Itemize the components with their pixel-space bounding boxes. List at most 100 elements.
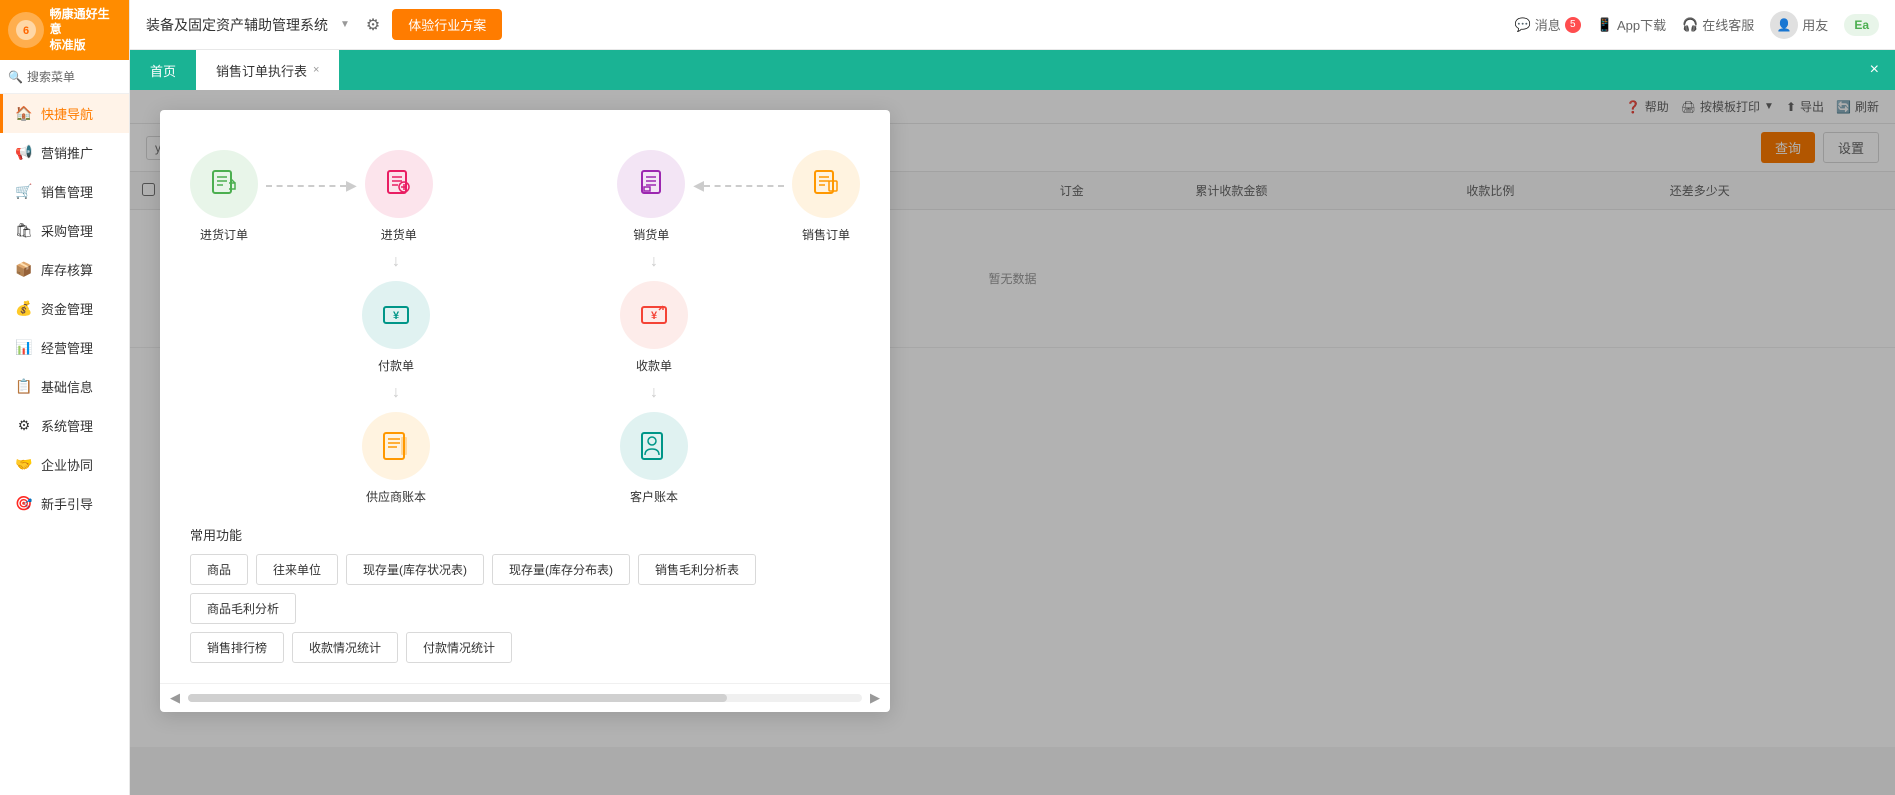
sales-order-icon [792, 150, 860, 218]
payment-bill-label: 付款单 [378, 357, 414, 374]
header: 装备及固定资产辅助管理系统 ▼ ⚙ 体验行业方案 💬 消息 5 📱 App下载 … [130, 0, 1895, 50]
sidebar-item-basic-info[interactable]: 📋 基础信息 [0, 367, 129, 406]
workflow-customer-account[interactable]: 客户账本 [620, 412, 688, 505]
sidebar-logo: 6 畅康通好生意 标准版 [0, 0, 129, 60]
header-right: 💬 消息 5 📱 App下载 🎧 在线客服 👤 用友 Ea [1515, 11, 1879, 39]
sidebar-item-enterprise[interactable]: 🤝 企业协同 [0, 445, 129, 484]
workflow-sales-bill[interactable]: 销货单 [617, 150, 685, 243]
logo-text: 畅康通好生意 标准版 [50, 7, 121, 54]
finance-icon: 💰 [15, 300, 33, 318]
sidebar-item-finance[interactable]: 💰 资金管理 [0, 289, 129, 328]
workflow-purchase-order[interactable]: 进货订单 [190, 150, 258, 243]
purchase-bill-label: 进货单 [381, 226, 417, 243]
func-btn-stock-dist[interactable]: 现存量(库存分布表) [492, 554, 630, 585]
func-btn-payment-stats[interactable]: 付款情况统计 [406, 632, 512, 663]
scrollbar-track[interactable] [188, 694, 862, 702]
system-icon: ⚙ [15, 417, 33, 435]
app-download-button[interactable]: 📱 App下载 [1597, 15, 1666, 34]
receipt-bill-label: 收款单 [636, 357, 672, 374]
common-func-title: 常用功能 [190, 525, 860, 544]
sales-bill-icon [617, 150, 685, 218]
sales-bill-label: 销货单 [633, 226, 669, 243]
logo-icon: 6 [8, 12, 44, 48]
sidebar-item-quick-nav[interactable]: 🏠 快捷导航 [0, 94, 129, 133]
sidebar-item-guide[interactable]: 🎯 新手引导 [0, 484, 129, 523]
svg-text:¥: ¥ [651, 310, 658, 322]
sales-order-label: 销售订单 [802, 226, 850, 243]
system-title: 装备及固定资产辅助管理系统 [146, 15, 328, 35]
func-buttons-row1: 商品 往来单位 现存量(库存状况表) 现存量(库存分布表) 销售毛利分析表 商品… [190, 554, 860, 624]
main-content: 装备及固定资产辅助管理系统 ▼ ⚙ 体验行业方案 💬 消息 5 📱 App下载 … [130, 0, 1895, 795]
workflow-sales-order[interactable]: 销售订单 [792, 150, 860, 243]
svg-text:¥: ¥ [393, 310, 400, 322]
func-btn-sales-profit[interactable]: 销售毛利分析表 [638, 554, 756, 585]
supplier-account-label: 供应商账本 [366, 488, 426, 505]
close-all-tabs-icon[interactable]: × [1870, 61, 1895, 79]
content-area: ❓ 帮助 🖨 按模板打印 ▼ ⬆ 导出 🔄 刷新 [130, 90, 1895, 795]
chevron-down-icon: ▼ [340, 19, 350, 30]
func-btn-product[interactable]: 商品 [190, 554, 248, 585]
purchase-bill-icon [365, 150, 433, 218]
sidebar-item-purchase[interactable]: 🛍 采购管理 [0, 211, 129, 250]
workflow-purchase-bill[interactable]: 进货单 [365, 150, 433, 243]
basic-info-icon: 📋 [15, 378, 33, 396]
func-btn-stock-status[interactable]: 现存量(库存状况表) [346, 554, 484, 585]
scroll-right-icon[interactable]: ▶ [870, 690, 880, 706]
sales-icon: 🛒 [15, 183, 33, 201]
func-btn-counterpart[interactable]: 往来单位 [256, 554, 338, 585]
message-button[interactable]: 💬 消息 5 [1515, 15, 1581, 34]
svg-text:6: 6 [23, 25, 29, 37]
common-functions: 常用功能 商品 往来单位 现存量(库存状况表) 现存量(库存分布表) 销售毛利分… [190, 525, 860, 663]
search-menu[interactable]: 🔍 搜索菜单 [0, 60, 129, 94]
system-dropdown[interactable]: ▼ [340, 19, 350, 30]
purchase-order-label: 进货订单 [200, 226, 248, 243]
workflow-payment-bill[interactable]: ¥ 付款单 [362, 281, 430, 374]
search-icon: 🔍 [8, 70, 23, 84]
phone-icon: 📱 [1597, 17, 1613, 33]
payment-bill-icon: ¥ [362, 281, 430, 349]
scrollbar-thumb[interactable] [188, 694, 727, 702]
service-icon: 🎧 [1682, 17, 1698, 33]
receipt-bill-icon: ¥ [620, 281, 688, 349]
purchase-icon: 🛍 [15, 222, 33, 240]
guide-icon: 🎯 [15, 495, 33, 513]
scroll-left-icon[interactable]: ◀ [170, 690, 180, 706]
purchase-order-icon [190, 150, 258, 218]
workflow-receipt-bill[interactable]: ¥ 收款单 [620, 281, 688, 374]
marketing-icon: 📢 [15, 144, 33, 162]
inventory-icon: 📦 [15, 261, 33, 279]
sidebar: 6 畅康通好生意 标准版 🔍 搜索菜单 🏠 快捷导航 📢 营销推广 🛒 销售管理… [0, 0, 130, 795]
sidebar-item-system[interactable]: ⚙ 系统管理 [0, 406, 129, 445]
supplier-account-icon [362, 412, 430, 480]
gear-icon[interactable]: ⚙ [366, 15, 380, 35]
user-menu[interactable]: 👤 用友 [1770, 11, 1828, 39]
sidebar-item-marketing[interactable]: 📢 营销推广 [0, 133, 129, 172]
func-btn-receipt-stats[interactable]: 收款情况统计 [292, 632, 398, 663]
tab-home[interactable]: 首页 [130, 50, 196, 90]
avatar: 👤 [1770, 11, 1798, 39]
modal-overlay[interactable]: 进货订单 ▶ [130, 90, 1895, 795]
workflow-modal: 进货订单 ▶ [160, 110, 890, 712]
sidebar-item-sales[interactable]: 🛒 销售管理 [0, 172, 129, 211]
customer-account-label: 客户账本 [630, 488, 678, 505]
func-buttons-row2: 销售排行榜 收款情况统计 付款情况统计 [190, 632, 860, 663]
customer-account-icon [620, 412, 688, 480]
modal-body: 进货订单 ▶ [160, 110, 890, 683]
sidebar-item-inventory[interactable]: 📦 库存核算 [0, 250, 129, 289]
message-badge: 5 [1565, 17, 1581, 33]
operation-icon: 📊 [15, 339, 33, 357]
modal-scrollbar-area: ◀ ▶ [160, 683, 890, 712]
func-btn-sales-rank[interactable]: 销售排行榜 [190, 632, 284, 663]
home-icon: 🏠 [15, 105, 33, 123]
message-icon: 💬 [1515, 17, 1531, 33]
sidebar-item-operation[interactable]: 📊 经营管理 [0, 328, 129, 367]
tab-sales-order-execution[interactable]: 销售订单执行表 × [196, 50, 339, 90]
tab-close-icon[interactable]: × [313, 64, 319, 76]
online-service-button[interactable]: 🎧 在线客服 [1682, 15, 1754, 34]
workflow-supplier-account[interactable]: 供应商账本 [362, 412, 430, 505]
experience-button[interactable]: 体验行业方案 [392, 9, 502, 40]
ea-badge: Ea [1844, 14, 1879, 36]
func-btn-product-profit[interactable]: 商品毛利分析 [190, 593, 296, 624]
tabs-bar: 首页 销售订单执行表 × × [130, 50, 1895, 90]
enterprise-icon: 🤝 [15, 456, 33, 474]
